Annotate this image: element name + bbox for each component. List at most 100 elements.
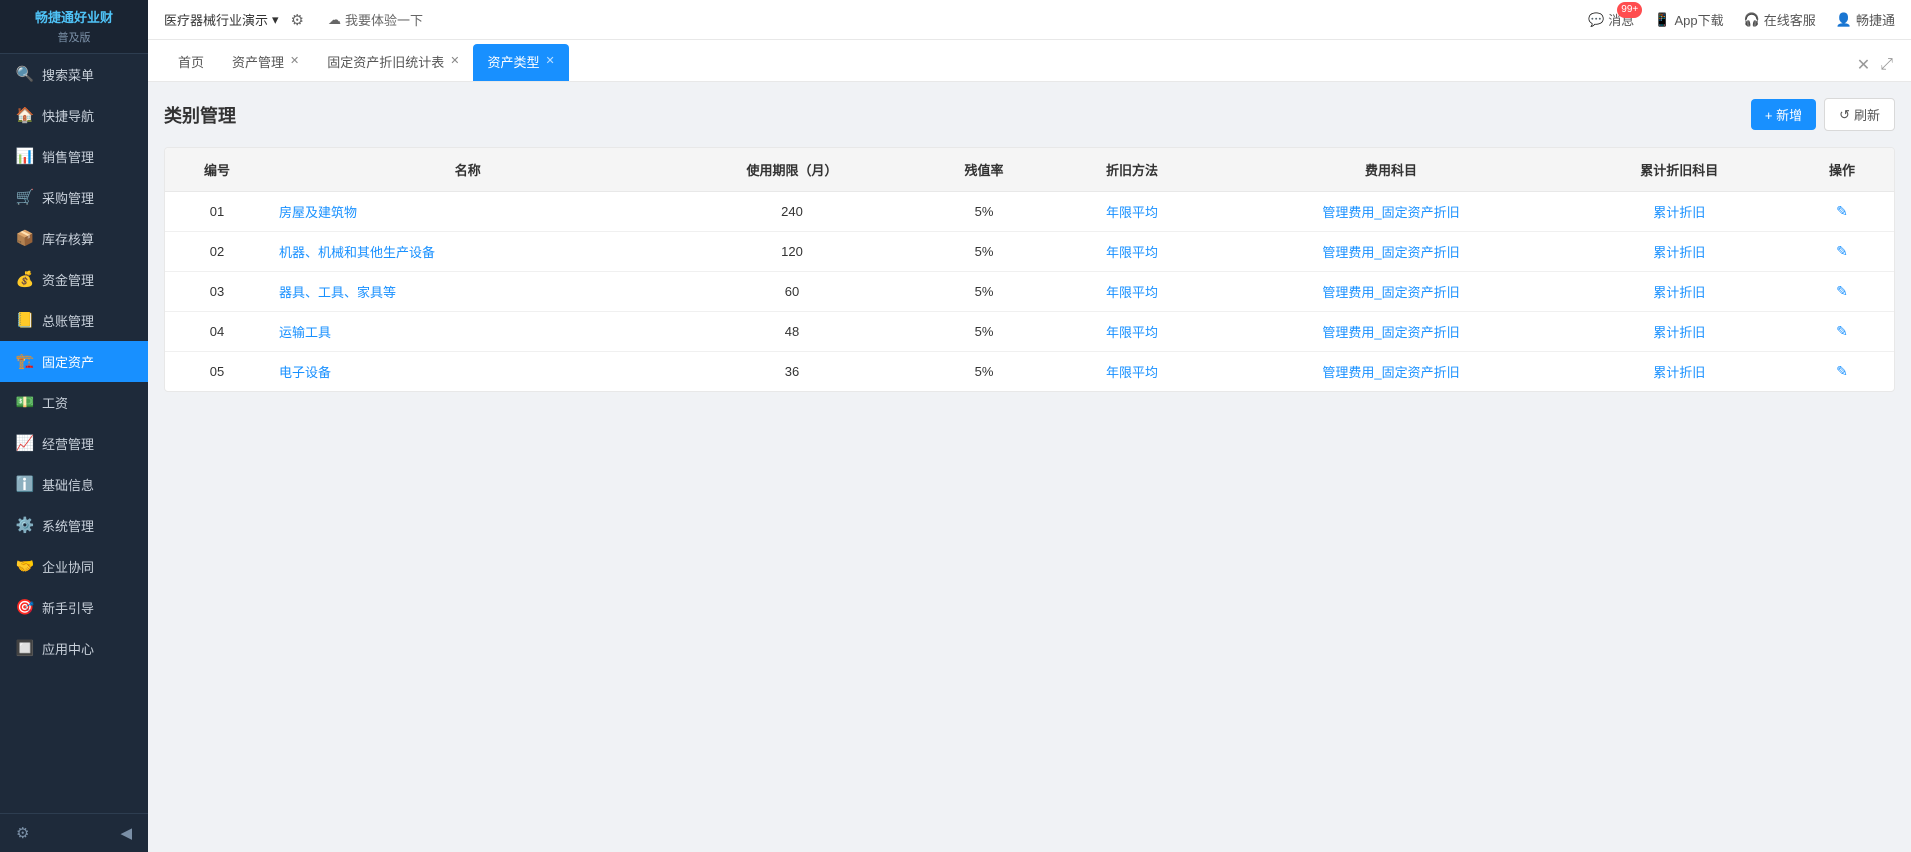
edit-icon-3[interactable]: ✎ — [1836, 323, 1848, 339]
edit-icon-2[interactable]: ✎ — [1836, 283, 1848, 299]
cell-period-0: 240 — [667, 192, 918, 232]
sidebar-item-sales[interactable]: 📊 销售管理 — [0, 136, 148, 177]
topbar: 医疗器械行业演示 ▾ ⚙ ☁ 我要体验一下 💬 消息 99 📱 App下载 🎧 … — [148, 0, 1911, 40]
app-download-btn[interactable]: 📱 App下载 — [1654, 10, 1723, 29]
col-header-3: 残值率 — [917, 148, 1050, 192]
tab-1[interactable]: 资产管理✕ — [218, 44, 313, 81]
new-btn[interactable]: + 新增 — [1751, 99, 1816, 130]
sidebar-item-guide[interactable]: 🎯 新手引导 — [0, 587, 148, 628]
online-service-btn[interactable]: 🎧 在线客服 — [1744, 10, 1816, 29]
dropdown-arrow-icon: ▾ — [272, 12, 279, 28]
sidebar-label-quick-nav: 快捷导航 — [42, 106, 94, 125]
collapse-icon[interactable]: ◀ — [120, 824, 132, 842]
close-tab-icon[interactable]: ✕ — [1855, 53, 1872, 77]
cell-name-1: 机器、机械和其他生产设备 — [269, 232, 667, 272]
col-header-6: 累计折旧科目 — [1569, 148, 1790, 192]
sales-icon: 📊 — [16, 147, 34, 165]
message-icon: 💬 — [1588, 12, 1604, 28]
company-dropdown[interactable]: 医疗器械行业演示 ▾ — [164, 10, 279, 29]
tabbar: 首页资产管理✕固定资产折旧统计表✕资产类型✕ ✕ ⤢ — [148, 40, 1911, 82]
user-btn[interactable]: 👤 畅捷通 — [1836, 10, 1895, 29]
cell-accum-1: 累计折旧 — [1569, 232, 1790, 272]
cell-method-0: 年限平均 — [1051, 192, 1214, 232]
sidebar-label-operations: 经营管理 — [42, 434, 94, 453]
sidebar-item-inventory[interactable]: 📦 库存核算 — [0, 218, 148, 259]
cell-code-4: 05 — [165, 352, 269, 392]
cell-action-0: ✎ — [1790, 192, 1894, 232]
gear-icon[interactable]: ⚙ — [291, 11, 304, 29]
sidebar-item-ledger[interactable]: 📒 总账管理 — [0, 300, 148, 341]
app-name: 畅捷通好业财 — [35, 10, 113, 27]
edit-icon-0[interactable]: ✎ — [1836, 203, 1848, 219]
edit-icon-4[interactable]: ✎ — [1836, 363, 1848, 379]
experience-label: 我要体验一下 — [345, 10, 423, 29]
edit-icon-1[interactable]: ✎ — [1836, 243, 1848, 259]
col-header-4: 折旧方法 — [1051, 148, 1214, 192]
cell-expense-4: 管理费用_固定资产折旧 — [1213, 352, 1568, 392]
payroll-icon: 💵 — [16, 393, 34, 411]
cell-name-0: 房屋及建筑物 — [269, 192, 667, 232]
cell-expense-0: 管理费用_固定资产折旧 — [1213, 192, 1568, 232]
sidebar-item-search[interactable]: 🔍 搜索菜单 — [0, 54, 148, 95]
sidebar-label-system: 系统管理 — [42, 516, 94, 535]
tabbar-actions: ✕ ⤢ — [1855, 53, 1895, 81]
cell-code-0: 01 — [165, 192, 269, 232]
sidebar-label-app-center: 应用中心 — [42, 639, 94, 658]
sidebar-nav: 🔍 搜索菜单 🏠 快捷导航 📊 销售管理 🛒 采购管理 📦 库存核算 💰 资金管… — [0, 54, 148, 813]
sidebar-item-capital[interactable]: 💰 资金管理 — [0, 259, 148, 300]
app-version: 普及版 — [58, 29, 91, 45]
refresh-btn[interactable]: ↺ 刷新 — [1824, 98, 1895, 131]
mobile-icon: 📱 — [1654, 12, 1670, 28]
sidebar-label-payroll: 工资 — [42, 393, 68, 412]
sidebar-item-operations[interactable]: 📈 经营管理 — [0, 423, 148, 464]
tab-3[interactable]: 资产类型✕ — [473, 44, 568, 81]
col-header-5: 费用科目 — [1213, 148, 1568, 192]
table-row: 02 机器、机械和其他生产设备 120 5% 年限平均 管理费用_固定资产折旧 … — [165, 232, 1894, 272]
settings-icon[interactable]: ⚙ — [16, 824, 29, 842]
cell-action-4: ✎ — [1790, 352, 1894, 392]
sidebar-label-sales: 销售管理 — [42, 147, 94, 166]
topbar-right: 💬 消息 99 📱 App下载 🎧 在线客服 👤 畅捷通 — [1588, 10, 1895, 29]
inventory-icon: 📦 — [16, 229, 34, 247]
sidebar-item-quick-nav[interactable]: 🏠 快捷导航 — [0, 95, 148, 136]
tab-container: 首页资产管理✕固定资产折旧统计表✕资产类型✕ — [164, 40, 569, 81]
tab-close-3[interactable]: ✕ — [546, 56, 555, 67]
cell-period-1: 120 — [667, 232, 918, 272]
sidebar-label-capital: 资金管理 — [42, 270, 94, 289]
cell-method-3: 年限平均 — [1051, 312, 1214, 352]
sidebar-item-basic-info[interactable]: ℹ️ 基础信息 — [0, 464, 148, 505]
cell-name-2: 器具、工具、家具等 — [269, 272, 667, 312]
basic-info-icon: ℹ️ — [16, 475, 34, 493]
user-label: 畅捷通 — [1856, 10, 1895, 29]
system-icon: ⚙️ — [16, 516, 34, 534]
sidebar-label-enterprise: 企业协同 — [42, 557, 94, 576]
cell-name-3: 运输工具 — [269, 312, 667, 352]
search-icon: 🔍 — [16, 65, 34, 83]
cell-action-1: ✎ — [1790, 232, 1894, 272]
cell-residual-2: 5% — [917, 272, 1050, 312]
cell-method-2: 年限平均 — [1051, 272, 1214, 312]
message-badge: 99 — [1617, 2, 1642, 18]
tab-0[interactable]: 首页 — [164, 44, 218, 81]
tab-close-2[interactable]: ✕ — [450, 56, 459, 67]
tab-label-0: 首页 — [178, 52, 204, 71]
experience-btn[interactable]: ☁ 我要体验一下 — [328, 10, 423, 29]
sidebar-item-payroll[interactable]: 💵 工资 — [0, 382, 148, 423]
table-row: 03 器具、工具、家具等 60 5% 年限平均 管理费用_固定资产折旧 累计折旧… — [165, 272, 1894, 312]
tab-2[interactable]: 固定资产折旧统计表✕ — [313, 44, 473, 81]
cell-name-4: 电子设备 — [269, 352, 667, 392]
sidebar-footer: ⚙ ◀ — [0, 813, 148, 852]
message-btn[interactable]: 💬 消息 99 — [1588, 10, 1634, 29]
col-header-2: 使用期限（月） — [667, 148, 918, 192]
sidebar-item-system[interactable]: ⚙️ 系统管理 — [0, 505, 148, 546]
table-row: 05 电子设备 36 5% 年限平均 管理费用_固定资产折旧 累计折旧 ✎ — [165, 352, 1894, 392]
sidebar-label-basic-info: 基础信息 — [42, 475, 94, 494]
sidebar-item-fixed-assets[interactable]: 🏗️ 固定资产 — [0, 341, 148, 382]
cell-accum-4: 累计折旧 — [1569, 352, 1790, 392]
sidebar-item-enterprise[interactable]: 🤝 企业协同 — [0, 546, 148, 587]
cell-accum-2: 累计折旧 — [1569, 272, 1790, 312]
sidebar-item-purchase[interactable]: 🛒 采购管理 — [0, 177, 148, 218]
sidebar-item-app-center[interactable]: 🔲 应用中心 — [0, 628, 148, 669]
expand-icon[interactable]: ⤢ — [1878, 54, 1895, 76]
tab-close-1[interactable]: ✕ — [290, 56, 299, 67]
